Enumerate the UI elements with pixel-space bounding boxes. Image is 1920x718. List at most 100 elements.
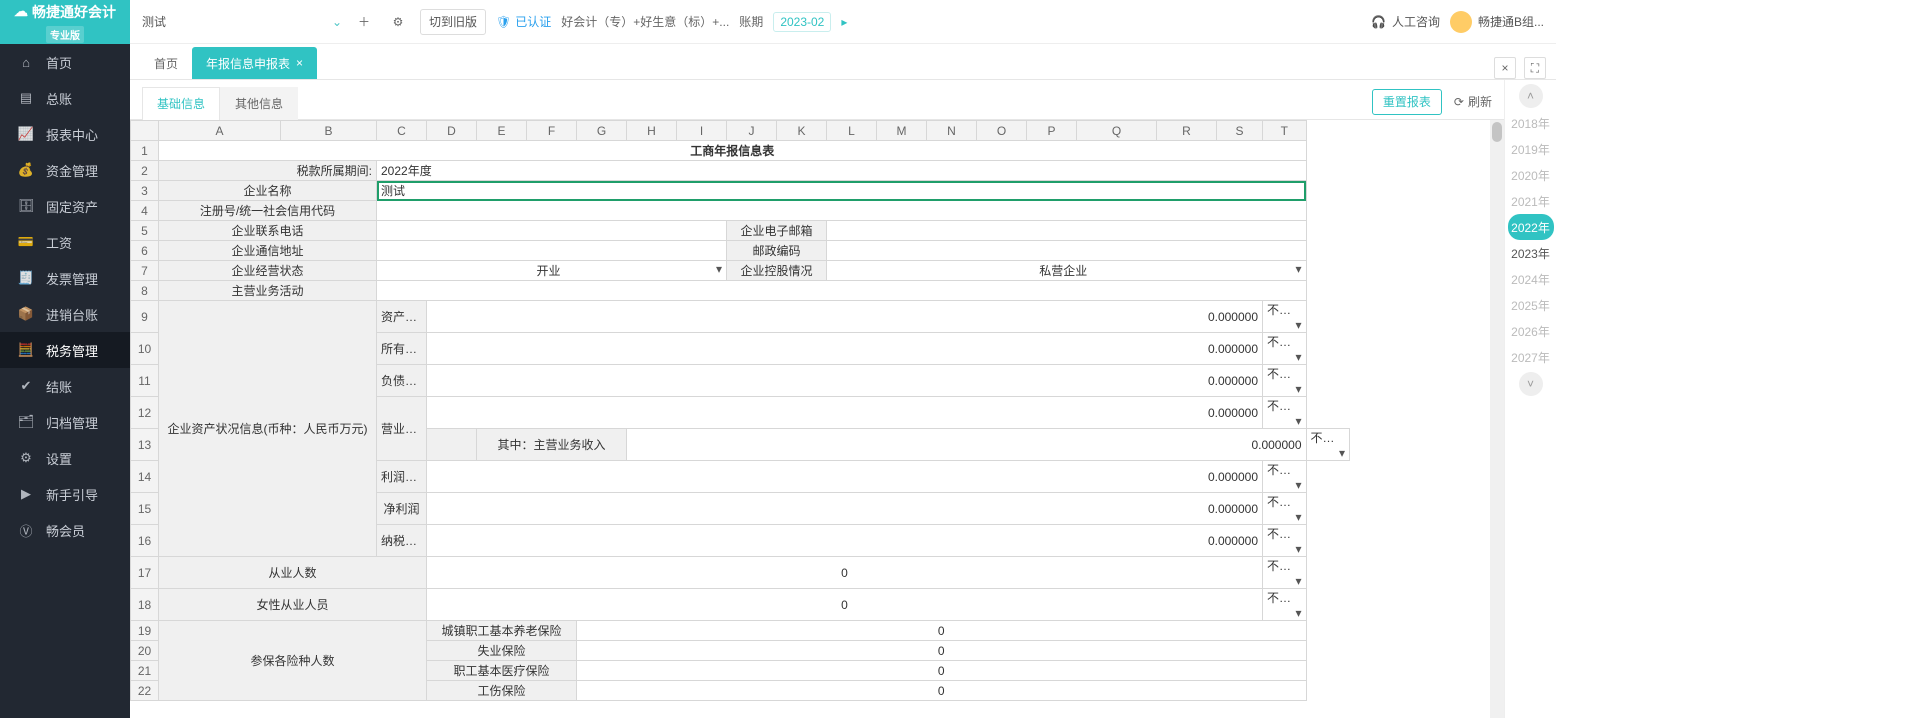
value-main_biz_rev[interactable]: 0.000000: [627, 429, 1307, 461]
select-public-employees[interactable]: 不公示: [1263, 557, 1307, 589]
sidebar-item-fund[interactable]: 💰资金管理: [0, 152, 130, 188]
value-unemployment[interactable]: 0: [577, 641, 1307, 661]
col-header[interactable]: H: [627, 121, 677, 141]
close-icon[interactable]: ×: [296, 56, 303, 70]
value-injury[interactable]: 0: [577, 681, 1307, 701]
vertical-scrollbar[interactable]: [1490, 120, 1504, 718]
reset-button[interactable]: 重置报表: [1372, 89, 1442, 115]
switch-old-button[interactable]: 切到旧版: [420, 9, 486, 35]
row-header[interactable]: 22: [131, 681, 159, 701]
row-header[interactable]: 16: [131, 525, 159, 557]
col-header[interactable]: E: [477, 121, 527, 141]
support-link[interactable]: 🎧 人工咨询: [1371, 13, 1440, 30]
gear-icon[interactable]: ⚙: [386, 10, 410, 34]
year-item[interactable]: 2024年: [1508, 266, 1554, 292]
select-public-total_tax[interactable]: 不公示: [1263, 525, 1307, 557]
col-header[interactable]: M: [877, 121, 927, 141]
row-header[interactable]: 9: [131, 301, 159, 333]
year-item[interactable]: 2019年: [1508, 136, 1554, 162]
sidebar-item-ledger[interactable]: ▤总账: [0, 80, 130, 116]
select-public-total_revenue[interactable]: 不公示: [1263, 397, 1307, 429]
sidebar-item-vip[interactable]: Ⓥ畅会员: [0, 512, 130, 548]
add-button[interactable]: ＋: [352, 10, 376, 34]
sub-tab-other[interactable]: 其他信息: [220, 87, 298, 121]
row-header[interactable]: 2: [131, 161, 159, 181]
select-public-net_profit[interactable]: 不公示: [1263, 493, 1307, 525]
select-public-owners_equity[interactable]: 不公示: [1263, 333, 1307, 365]
sidebar-item-guide[interactable]: ▶新手引导: [0, 476, 130, 512]
row-header[interactable]: 15: [131, 493, 159, 525]
year-item[interactable]: 2027年: [1508, 344, 1554, 370]
sub-tab-basic[interactable]: 基础信息: [142, 87, 220, 121]
tab-annual-report[interactable]: 年报信息申报表 ×: [192, 47, 317, 79]
input-company-name[interactable]: 测试: [377, 181, 1307, 201]
row-header[interactable]: 13: [131, 429, 159, 461]
value-pension[interactable]: 0: [577, 621, 1307, 641]
row-header[interactable]: 4: [131, 201, 159, 221]
col-header[interactable]: P: [1027, 121, 1077, 141]
year-item[interactable]: 2025年: [1508, 292, 1554, 318]
value-tax-period[interactable]: 2022年度: [377, 161, 1307, 181]
col-header[interactable]: N: [927, 121, 977, 141]
sidebar-item-archive[interactable]: 🗂归档管理: [0, 404, 130, 440]
row-header[interactable]: 11: [131, 365, 159, 397]
col-header[interactable]: D: [427, 121, 477, 141]
select-public-total_profit[interactable]: 不公示: [1263, 461, 1307, 493]
row-header[interactable]: 19: [131, 621, 159, 641]
sidebar-item-stock[interactable]: 📦进销台账: [0, 296, 130, 332]
tab-home[interactable]: 首页: [140, 47, 192, 79]
year-item[interactable]: 2022年: [1508, 214, 1554, 240]
select-public-total_assets[interactable]: 不公示: [1263, 301, 1307, 333]
user-menu[interactable]: 畅捷通B组...: [1450, 11, 1544, 33]
value-total_revenue[interactable]: 0.000000: [427, 397, 1263, 429]
col-header[interactable]: Q: [1077, 121, 1157, 141]
period-arrow-icon[interactable]: ▸: [841, 15, 847, 29]
value-total_assets[interactable]: 0.000000: [427, 301, 1263, 333]
row-header[interactable]: 7: [131, 261, 159, 281]
select-public-main_biz_rev[interactable]: 不公示: [1306, 429, 1350, 461]
col-header[interactable]: L: [827, 121, 877, 141]
refresh-button[interactable]: ⟳ 刷新: [1454, 93, 1492, 110]
value-total_tax[interactable]: 0.000000: [427, 525, 1263, 557]
input-phone[interactable]: [377, 221, 727, 241]
sidebar-item-salary[interactable]: 💳工资: [0, 224, 130, 260]
col-header[interactable]: C: [377, 121, 427, 141]
select-public-female[interactable]: 不公示: [1263, 589, 1307, 621]
value-total_liab[interactable]: 0.000000: [427, 365, 1263, 397]
row-header[interactable]: 1: [131, 141, 159, 161]
row-header[interactable]: 18: [131, 589, 159, 621]
sidebar-item-home[interactable]: ⌂首页: [0, 44, 130, 80]
year-item[interactable]: 2018年: [1508, 110, 1554, 136]
row-header[interactable]: 12: [131, 397, 159, 429]
row-header[interactable]: 21: [131, 661, 159, 681]
value-total_profit[interactable]: 0.000000: [427, 461, 1263, 493]
year-item[interactable]: 2020年: [1508, 162, 1554, 188]
sidebar-item-invoice[interactable]: 🧾发票管理: [0, 260, 130, 296]
sidebar-item-tax[interactable]: 🧮税务管理: [0, 332, 130, 368]
select-public-total_liab[interactable]: 不公示: [1263, 365, 1307, 397]
row-header[interactable]: 8: [131, 281, 159, 301]
period-select[interactable]: 2023-02: [773, 12, 831, 32]
sheet-scroll[interactable]: ABCDEFGHIJKLMNOPQRST 1工商年报信息表2税款所属期间:202…: [130, 120, 1504, 718]
sidebar-item-asset[interactable]: 🗄固定资产: [0, 188, 130, 224]
col-header[interactable]: S: [1217, 121, 1263, 141]
year-item[interactable]: 2026年: [1508, 318, 1554, 344]
value-medical[interactable]: 0: [577, 661, 1307, 681]
year-item[interactable]: 2021年: [1508, 188, 1554, 214]
input-postcode[interactable]: [827, 241, 1307, 261]
col-header[interactable]: G: [577, 121, 627, 141]
input-address[interactable]: [377, 241, 727, 261]
row-header[interactable]: 20: [131, 641, 159, 661]
tab-close-button[interactable]: ×: [1494, 57, 1516, 79]
col-header[interactable]: J: [727, 121, 777, 141]
col-header[interactable]: A: [159, 121, 281, 141]
input-credit-code[interactable]: [377, 201, 1307, 221]
row-header[interactable]: 6: [131, 241, 159, 261]
value-owners_equity[interactable]: 0.000000: [427, 333, 1263, 365]
row-header[interactable]: 3: [131, 181, 159, 201]
value-female-employees[interactable]: 0: [427, 589, 1263, 621]
select-holding[interactable]: 私营企业: [827, 261, 1307, 281]
sidebar-item-report[interactable]: 📈报表中心: [0, 116, 130, 152]
fullscreen-button[interactable]: ⛶: [1524, 57, 1546, 79]
col-header[interactable]: B: [281, 121, 377, 141]
